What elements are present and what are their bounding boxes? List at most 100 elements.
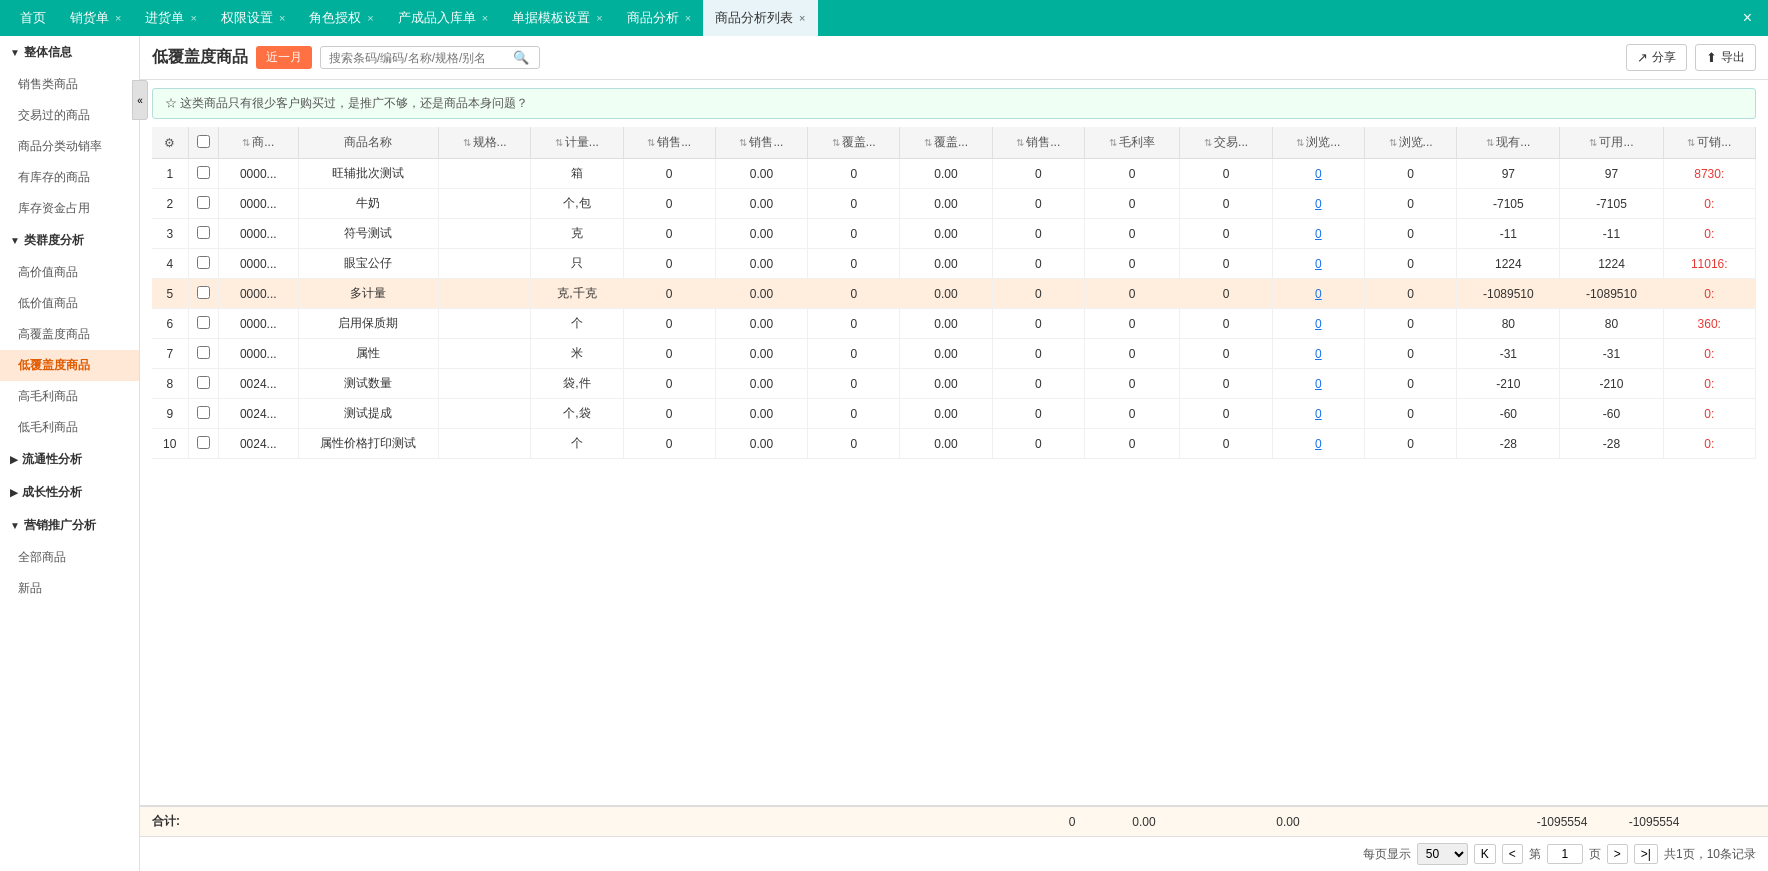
close-template-icon[interactable]: × — [596, 12, 602, 24]
close-role-auth-icon[interactable]: × — [367, 12, 373, 24]
close-sales-order-icon[interactable]: × — [115, 12, 121, 24]
col-browse2[interactable]: ⇅浏览... — [1364, 127, 1456, 159]
col-cover2[interactable]: ⇅覆盖... — [900, 127, 992, 159]
row-select-checkbox[interactable] — [197, 376, 210, 389]
nav-home[interactable]: 首页 — [8, 0, 58, 36]
row-browse1[interactable]: 0 — [1272, 399, 1364, 429]
row-select-checkbox[interactable] — [197, 346, 210, 359]
page-number-input[interactable] — [1547, 844, 1583, 864]
sidebar-section-circulation[interactable]: ▶ 流通性分析 — [0, 443, 139, 476]
nav-permission-settings[interactable]: 权限设置 × — [209, 0, 297, 36]
col-sales3[interactable]: ⇅销售... — [992, 127, 1084, 159]
nav-finished-goods[interactable]: 产成品入库单 × — [386, 0, 500, 36]
row-browse1[interactable]: 0 — [1272, 249, 1364, 279]
row-browse1[interactable]: 0 — [1272, 279, 1364, 309]
col-stock2[interactable]: ⇅可用... — [1560, 127, 1663, 159]
export-button[interactable]: ⬆ 导出 — [1695, 44, 1756, 71]
row-select-checkbox[interactable] — [197, 316, 210, 329]
col-gear[interactable]: ⚙ — [152, 127, 188, 159]
row-select-checkbox[interactable] — [197, 406, 210, 419]
col-stock1[interactable]: ⇅现有... — [1457, 127, 1560, 159]
row-checkbox[interactable] — [188, 369, 218, 399]
row-trade: 0 — [1180, 339, 1272, 369]
sidebar-item-all-goods[interactable]: 全部商品 — [0, 542, 139, 573]
sidebar-section-growth[interactable]: ▶ 成长性分析 — [0, 476, 139, 509]
row-checkbox[interactable] — [188, 399, 218, 429]
row-select-checkbox[interactable] — [197, 226, 210, 239]
row-select-checkbox[interactable] — [197, 256, 210, 269]
sidebar-item-high-margin[interactable]: 高毛利商品 — [0, 381, 139, 412]
sort-icon-b2: ⇅ — [1389, 137, 1397, 148]
nav-template-settings[interactable]: 单据模板设置 × — [500, 0, 614, 36]
filter-recent-month-button[interactable]: 近一月 — [256, 46, 312, 69]
col-stock3[interactable]: ⇅可销... — [1663, 127, 1755, 159]
row-checkbox[interactable] — [188, 189, 218, 219]
sidebar-collapse-button[interactable]: « — [132, 80, 148, 120]
close-permission-icon[interactable]: × — [279, 12, 285, 24]
nav-role-auth[interactable]: 角色授权 × — [297, 0, 385, 36]
window-close-button[interactable]: × — [1735, 9, 1760, 27]
col-cover1[interactable]: ⇅覆盖... — [808, 127, 900, 159]
row-browse1[interactable]: 0 — [1272, 159, 1364, 189]
col-spec[interactable]: ⇅规格... — [438, 127, 530, 159]
row-select-checkbox[interactable] — [197, 436, 210, 449]
sidebar-section-cluster[interactable]: ▼ 类群度分析 — [0, 224, 139, 257]
row-browse1[interactable]: 0 — [1272, 429, 1364, 459]
select-all-checkbox[interactable] — [197, 135, 210, 148]
row-checkbox[interactable] — [188, 279, 218, 309]
sidebar-section-marketing[interactable]: ▼ 营销推广分析 — [0, 509, 139, 542]
row-browse1[interactable]: 0 — [1272, 309, 1364, 339]
col-sales1[interactable]: ⇅销售... — [623, 127, 715, 159]
row-checkbox[interactable] — [188, 159, 218, 189]
nav-sales-order[interactable]: 销货单 × — [58, 0, 133, 36]
row-checkbox[interactable] — [188, 249, 218, 279]
prev-page-button[interactable]: < — [1502, 844, 1523, 864]
footer-stock1: -1095554 — [1522, 815, 1602, 829]
row-select-checkbox[interactable] — [197, 286, 210, 299]
next-page-button[interactable]: > — [1607, 844, 1628, 864]
row-checkbox[interactable] — [188, 429, 218, 459]
row-checkbox[interactable] — [188, 219, 218, 249]
close-product-analysis-icon[interactable]: × — [685, 12, 691, 24]
row-browse1[interactable]: 0 — [1272, 189, 1364, 219]
sidebar-item-low-coverage[interactable]: 低覆盖度商品 — [0, 350, 139, 381]
sidebar-item-sales-goods[interactable]: 销售类商品 — [0, 69, 139, 100]
col-margin[interactable]: ⇅毛利率 — [1084, 127, 1180, 159]
share-button[interactable]: ↗ 分享 — [1626, 44, 1687, 71]
col-checkbox[interactable] — [188, 127, 218, 159]
search-box: 🔍 — [320, 46, 540, 69]
sidebar-item-stock-capital[interactable]: 库存资金占用 — [0, 193, 139, 224]
row-checkbox[interactable] — [188, 309, 218, 339]
close-product-list-icon[interactable]: × — [799, 12, 805, 24]
row-checkbox[interactable] — [188, 339, 218, 369]
row-stock1: -210 — [1457, 369, 1560, 399]
sidebar-item-in-stock[interactable]: 有库存的商品 — [0, 162, 139, 193]
sidebar-item-traded-goods[interactable]: 交易过的商品 — [0, 100, 139, 131]
first-page-button[interactable]: K — [1474, 844, 1496, 864]
col-unit[interactable]: ⇅计量... — [531, 127, 623, 159]
search-input[interactable] — [329, 51, 509, 65]
col-browse1[interactable]: ⇅浏览... — [1272, 127, 1364, 159]
row-browse1[interactable]: 0 — [1272, 369, 1364, 399]
row-browse1[interactable]: 0 — [1272, 339, 1364, 369]
close-purchase-order-icon[interactable]: × — [190, 12, 196, 24]
sidebar-item-high-value[interactable]: 高价值商品 — [0, 257, 139, 288]
sidebar-item-low-value[interactable]: 低价值商品 — [0, 288, 139, 319]
nav-product-analysis-list[interactable]: 商品分析列表 × — [703, 0, 817, 36]
col-trade[interactable]: ⇅交易... — [1180, 127, 1272, 159]
sidebar-section-overview[interactable]: ▼ 整体信息 — [0, 36, 139, 69]
sidebar-item-low-margin[interactable]: 低毛利商品 — [0, 412, 139, 443]
sidebar-item-new-goods[interactable]: 新品 — [0, 573, 139, 604]
row-select-checkbox[interactable] — [197, 196, 210, 209]
col-code[interactable]: ⇅商... — [218, 127, 298, 159]
sidebar-item-category-turnover[interactable]: 商品分类动销率 — [0, 131, 139, 162]
nav-product-analysis[interactable]: 商品分析 × — [615, 0, 703, 36]
nav-purchase-order[interactable]: 进货单 × — [133, 0, 208, 36]
sidebar-item-high-coverage[interactable]: 高覆盖度商品 — [0, 319, 139, 350]
last-page-button[interactable]: >| — [1634, 844, 1658, 864]
per-page-select[interactable]: 50 20 100 — [1417, 843, 1468, 865]
row-browse1[interactable]: 0 — [1272, 219, 1364, 249]
close-finished-goods-icon[interactable]: × — [482, 12, 488, 24]
row-select-checkbox[interactable] — [197, 166, 210, 179]
col-sales2[interactable]: ⇅销售... — [715, 127, 807, 159]
